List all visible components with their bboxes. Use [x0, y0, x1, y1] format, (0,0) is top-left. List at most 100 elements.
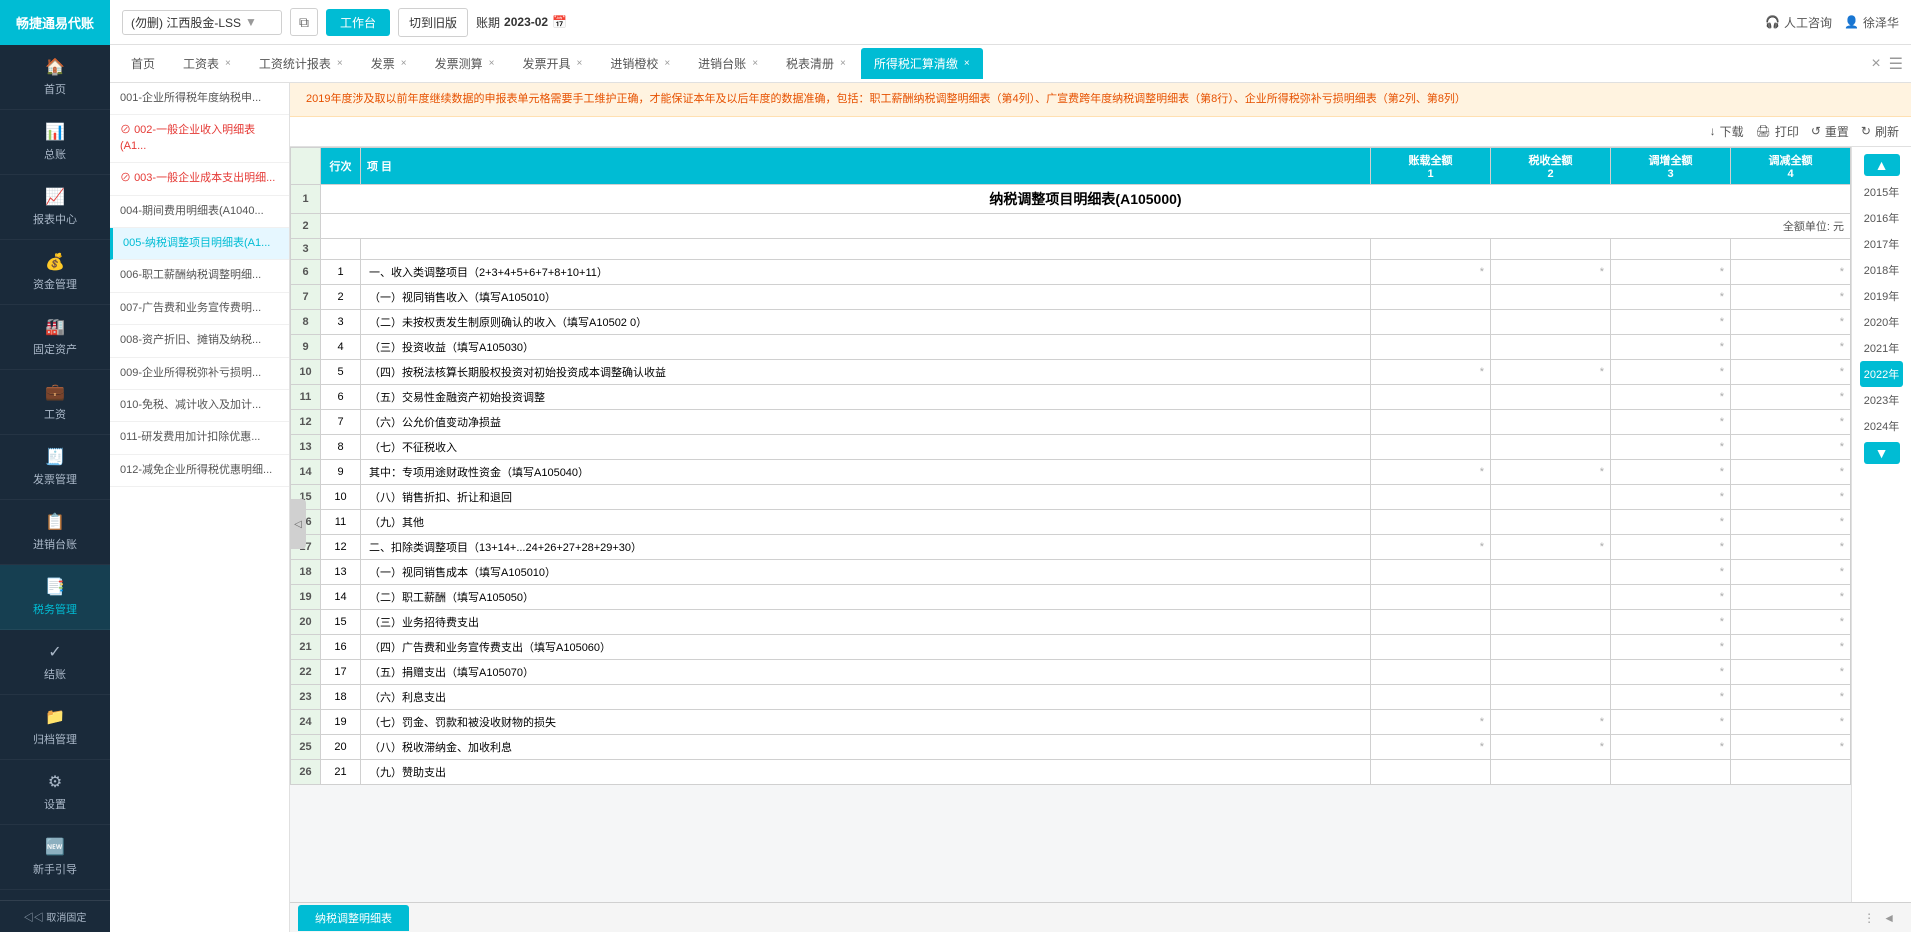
e-cell[interactable]: * — [1611, 559, 1731, 584]
company-selector[interactable]: (勿删) 江西股金-LSS ▼ — [122, 10, 282, 35]
e-cell[interactable]: * — [1611, 409, 1731, 434]
f-cell[interactable]: * — [1731, 584, 1851, 609]
xiangmu-cell[interactable]: （三）业务招待费支出 — [361, 609, 1371, 634]
left-panel-item-011[interactable]: 011-研发费用加计扣除优惠... — [110, 422, 289, 454]
year-item[interactable]: 2021年 — [1856, 335, 1907, 361]
e-cell[interactable] — [1611, 759, 1731, 784]
left-panel-item-008[interactable]: 008-资产折旧、摊销及纳税... — [110, 325, 289, 357]
d-cell[interactable] — [1491, 334, 1611, 359]
company-settings-icon[interactable]: ⧉ — [290, 8, 318, 36]
e-cell[interactable]: * — [1611, 359, 1731, 384]
f-cell[interactable]: * — [1731, 409, 1851, 434]
d-cell[interactable]: * — [1491, 534, 1611, 559]
sidebar-item-purchase[interactable]: 📋 进销台账 — [0, 500, 110, 565]
xiangmu-cell[interactable]: （四）广告费和业务宣传费支出（填写A105060） — [361, 634, 1371, 659]
f-cell[interactable]: * — [1731, 259, 1851, 284]
sidebar-item-assets[interactable]: 🏭 固定资产 — [0, 305, 110, 370]
left-panel-item-003[interactable]: 003-一般企业成本支出明细... — [110, 163, 289, 195]
f-cell[interactable]: * — [1731, 434, 1851, 459]
c-cell[interactable] — [1371, 759, 1491, 784]
c-cell[interactable] — [1371, 634, 1491, 659]
empty-d3[interactable] — [1491, 238, 1611, 259]
f-cell[interactable]: * — [1731, 384, 1851, 409]
xiangmu-cell[interactable]: （八）税收滞纳金、加收利息 — [361, 734, 1371, 759]
f-cell[interactable]: * — [1731, 709, 1851, 734]
f-cell[interactable]: * — [1731, 734, 1851, 759]
workbench-button[interactable]: 工作台 — [326, 9, 390, 36]
xiangmu-cell[interactable]: （五）捐赠支出（填写A105070） — [361, 659, 1371, 684]
empty-e3[interactable] — [1611, 238, 1731, 259]
e-cell[interactable]: * — [1611, 484, 1731, 509]
year-item[interactable]: 2018年 — [1856, 257, 1907, 283]
f-cell[interactable]: * — [1731, 634, 1851, 659]
reset-button[interactable]: ↺ 重置 — [1811, 123, 1849, 140]
sidebar-item-settings[interactable]: ⚙ 设置 — [0, 760, 110, 825]
year-item[interactable]: 2017年 — [1856, 231, 1907, 257]
tab-purchase-check-close-icon[interactable]: × — [664, 58, 670, 69]
c-cell[interactable]: * — [1371, 709, 1491, 734]
tab-income-tax[interactable]: 所得税汇算清缴 × — [861, 48, 983, 79]
c-cell[interactable] — [1371, 409, 1491, 434]
sidebar-item-ledger[interactable]: 📊 总账 — [0, 110, 110, 175]
e-cell[interactable]: * — [1611, 459, 1731, 484]
year-item[interactable]: 2015年 — [1856, 179, 1907, 205]
d-cell[interactable] — [1491, 559, 1611, 584]
f-cell[interactable]: * — [1731, 334, 1851, 359]
sidebar-item-invoice[interactable]: 🧾 发票管理 — [0, 435, 110, 500]
e-cell[interactable]: * — [1611, 609, 1731, 634]
year-item[interactable]: 2020年 — [1856, 309, 1907, 335]
f-cell[interactable]: * — [1731, 609, 1851, 634]
c-cell[interactable] — [1371, 384, 1491, 409]
c-cell[interactable]: * — [1371, 534, 1491, 559]
tab-invoice-open-close-icon[interactable]: × — [576, 58, 582, 69]
e-cell[interactable]: * — [1611, 534, 1731, 559]
f-cell[interactable]: * — [1731, 484, 1851, 509]
d-cell[interactable] — [1491, 509, 1611, 534]
tab-invoice-calc-close-icon[interactable]: × — [489, 58, 495, 69]
xiangmu-cell[interactable]: （一）视同销售成本（填写A105010） — [361, 559, 1371, 584]
c-cell[interactable] — [1371, 584, 1491, 609]
d-cell[interactable] — [1491, 659, 1611, 684]
toggle-panel-button[interactable]: ◁ — [290, 499, 306, 549]
xiangmu-cell[interactable]: （六）公允价值变动净损益 — [361, 409, 1371, 434]
c-cell[interactable] — [1371, 659, 1491, 684]
sidebar-item-guide[interactable]: 🆕 新手引导 — [0, 825, 110, 890]
d-cell[interactable] — [1491, 609, 1611, 634]
more-icon[interactable]: ⋮ — [1863, 911, 1875, 925]
d-cell[interactable]: * — [1491, 459, 1611, 484]
bottom-tab-adjust[interactable]: 纳税调整明细表 — [298, 905, 409, 931]
tab-purchase-ledger-close-icon[interactable]: × — [752, 58, 758, 69]
tab-invoice-close-icon[interactable]: × — [401, 58, 407, 69]
xiangmu-cell[interactable]: （二）未按权责发生制原则确认的收入（填写A10502 0） — [361, 309, 1371, 334]
c-cell[interactable]: * — [1371, 734, 1491, 759]
more-tabs-icon[interactable]: ☰ — [1889, 54, 1903, 74]
c-cell[interactable]: * — [1371, 259, 1491, 284]
support-link[interactable]: 🎧 人工咨询 — [1765, 14, 1832, 31]
e-cell[interactable]: * — [1611, 334, 1731, 359]
user-menu[interactable]: 👤 徐泽华 — [1844, 14, 1899, 31]
f-cell[interactable]: * — [1731, 309, 1851, 334]
xiangmu-cell[interactable]: 二、扣除类调整项目（13+14+...24+26+27+28+29+30） — [361, 534, 1371, 559]
d-cell[interactable] — [1491, 409, 1611, 434]
left-panel-item-007[interactable]: 007-广告费和业务宣传费明... — [110, 293, 289, 325]
xiangmu-cell[interactable]: （七）罚金、罚款和被没收财物的损失 — [361, 709, 1371, 734]
tab-home[interactable]: 首页 — [118, 48, 168, 79]
sidebar-footer-unpin[interactable]: ◁◁ 取消固定 — [0, 900, 110, 932]
c-cell[interactable] — [1371, 284, 1491, 309]
xiangmu-cell[interactable]: （二）职工薪酬（填写A105050） — [361, 584, 1371, 609]
d-cell[interactable] — [1491, 584, 1611, 609]
e-cell[interactable]: * — [1611, 284, 1731, 309]
xiangmu-cell[interactable]: （四）按税法核算长期股权投资对初始投资成本调整确认收益 — [361, 359, 1371, 384]
left-panel-item-005[interactable]: 005-纳税调整项目明细表(A1... — [110, 228, 289, 260]
c-cell[interactable]: * — [1371, 359, 1491, 384]
f-cell[interactable]: * — [1731, 284, 1851, 309]
year-item[interactable]: 2019年 — [1856, 283, 1907, 309]
left-panel-item-006[interactable]: 006-职工薪酬纳税调整明细... — [110, 260, 289, 292]
f-cell[interactable]: * — [1731, 509, 1851, 534]
e-cell[interactable]: * — [1611, 384, 1731, 409]
c-cell[interactable] — [1371, 559, 1491, 584]
download-button[interactable]: ↓ 下载 — [1710, 123, 1744, 140]
tab-salary-report[interactable]: 工资统计报表 × — [246, 48, 356, 79]
xiangmu-cell[interactable]: （八）销售折扣、折让和退回 — [361, 484, 1371, 509]
d-cell[interactable]: * — [1491, 709, 1611, 734]
